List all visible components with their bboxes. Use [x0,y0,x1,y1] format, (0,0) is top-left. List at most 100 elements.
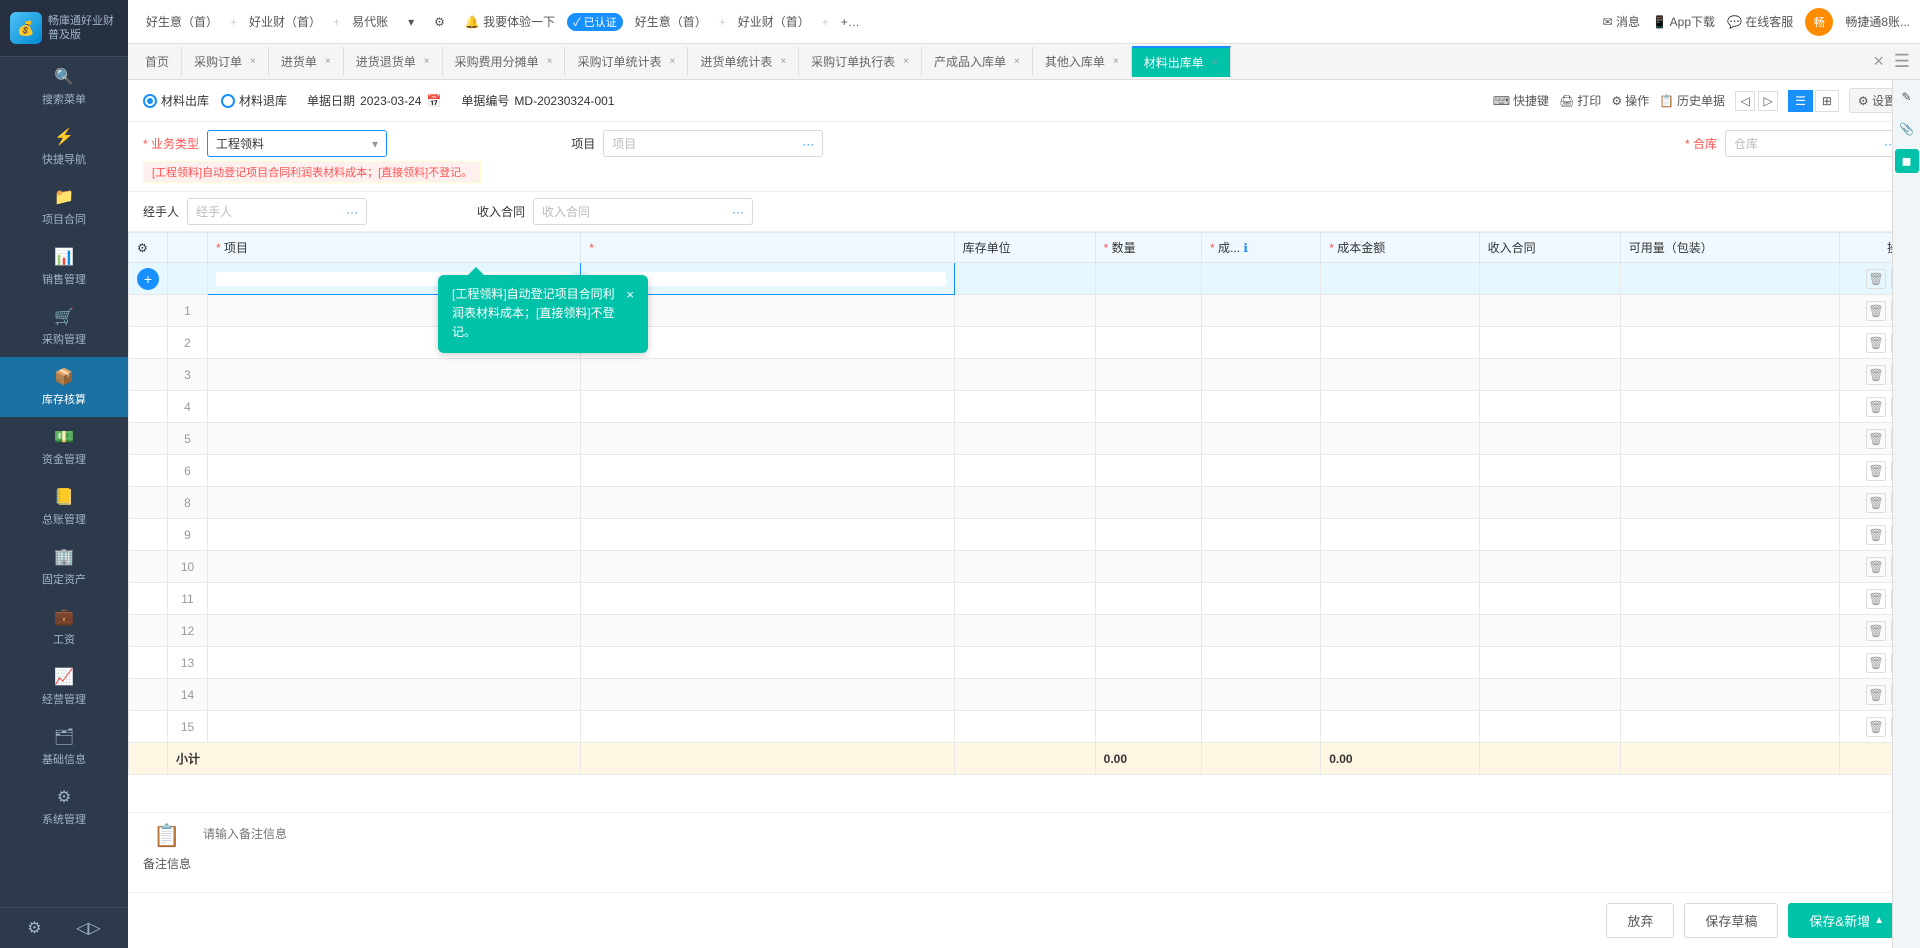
nav-settings-icon[interactable]: ⚙ [426,11,453,33]
row-1-income-contract[interactable] [1479,295,1620,327]
row-7-cost[interactable] [1202,263,1321,295]
income-contract-input[interactable]: 收入合同 ··· [533,198,753,225]
date-value[interactable]: 2023-03-24 [360,94,421,108]
row-1-cost[interactable] [1202,295,1321,327]
nav-hao-yeye[interactable]: 好业财（首） [241,9,329,34]
number-value[interactable]: MD-20230324-001 [514,94,614,108]
next-btn[interactable]: ▷ [1758,91,1778,111]
print-btn[interactable]: 🖨 打印 [1559,92,1601,109]
tab-goods-stat[interactable]: 进货单统计表× [688,47,799,76]
operate-btn[interactable]: ⚙ 操作 [1611,92,1649,109]
sidebar-item-search[interactable]: 🔍 搜索菜单 [0,57,128,117]
discard-button[interactable]: 放弃 [1606,903,1674,938]
business-type-input[interactable]: 工程领料 ▾ [207,130,387,157]
row-7-income-contract[interactable] [1479,263,1620,295]
save-draft-button[interactable]: 保存草稿 [1684,903,1778,938]
row-4-delete-btn[interactable]: 🗑 [1866,397,1886,417]
tab-close-all-btn[interactable]: × [1868,51,1889,72]
row-15-delete-btn[interactable]: 🗑 [1866,717,1886,737]
radio-material-out[interactable]: 材料出库 [143,92,209,109]
tab-purchase-exec[interactable]: 采购订单执行表× [799,47,922,76]
prev-btn[interactable]: ◁ [1735,91,1755,111]
right-panel-edit-icon[interactable]: ✎ [1895,85,1919,109]
sidebar-item-project[interactable]: 📁 项目合同 [0,177,128,237]
row-1-delete-btn[interactable]: 🗑 [1866,301,1886,321]
row-5-delete-btn[interactable]: 🗑 [1866,429,1886,449]
tab-home[interactable]: 首页 [133,47,182,76]
tab-purchase-order[interactable]: 采购订单× [182,47,269,76]
row-11-delete-btn[interactable]: 🗑 [1866,589,1886,609]
row-14-delete-btn[interactable]: 🗑 [1866,685,1886,705]
nav-hao-shengyi[interactable]: 好生意（首） [138,9,226,34]
th-settings[interactable]: ⚙ [129,233,168,263]
tooltip-close-btn[interactable]: × [626,285,634,306]
view-grid-btn[interactable]: ⊞ [1815,90,1839,112]
history-btn[interactable]: 📋 历史单据 [1659,92,1725,109]
project-input[interactable]: 项目 ··· [603,130,823,157]
row-6-delete-btn[interactable]: 🗑 [1866,461,1886,481]
row-7-delete-btn[interactable]: 🗑 [1866,269,1886,289]
quick-key-btn[interactable]: ⌨ 快捷键 [1493,92,1549,109]
row-2-unit [954,327,1095,359]
user-avatar[interactable]: 畅 [1805,8,1833,36]
th-cost-amount: * 成本金额 [1321,233,1479,263]
row-10-delete-btn[interactable]: 🗑 [1866,557,1886,577]
tab-goods-receipt[interactable]: 进货单× [269,47,344,76]
row-2-quantity[interactable] [1095,327,1201,359]
right-panel-active-icon[interactable]: ◼ [1895,149,1919,173]
row-13-delete-btn[interactable]: 🗑 [1866,653,1886,673]
sidebar-item-purchase[interactable]: 🛒 采购管理 [0,297,128,357]
sidebar-item-quicknav[interactable]: ⚡ 快捷导航 [0,117,128,177]
nav-message-btn[interactable]: ✉ 消息 [1603,13,1640,30]
tab-other-in[interactable]: 其他入库单× [1033,47,1132,76]
sidebar-item-finance[interactable]: 💵 资金管理 [0,417,128,477]
tab-purchase-fee[interactable]: 采购费用分摊单× [443,47,566,76]
row-12-delete-btn[interactable]: 🗑 [1866,621,1886,641]
nav-more-2[interactable]: +… [833,11,868,33]
row-7-quantity[interactable] [1095,263,1201,295]
save-new-button[interactable]: 保存&新增 ▲ [1788,903,1905,938]
nav-yidaizhang[interactable]: 易代账 [344,9,396,34]
row-2-delete-btn[interactable]: 🗑 [1866,333,1886,353]
sidebar-item-ops[interactable]: 📈 经营管理 [0,657,128,717]
inventory-icon: 📦 [54,367,74,387]
radio-material-return[interactable]: 材料退库 [221,92,287,109]
sidebar-collapse-btn[interactable]: ◁▷ [76,918,101,938]
nav-hao-shengyi-2[interactable]: 好生意（首） [627,9,715,34]
sidebar-item-assets[interactable]: 🏢 固定资产 [0,537,128,597]
sidebar-item-base[interactable]: 🗂 基础信息 [0,717,128,777]
row-1-quantity[interactable] [1095,295,1201,327]
warehouse-input[interactable]: 仓库 ··· [1725,130,1905,157]
row-1-cost-amount[interactable] [1321,295,1479,327]
nav-hao-yeye-2[interactable]: 好业财（首） [730,9,818,34]
sidebar-settings-btn[interactable]: ⚙ [27,918,41,938]
tab-purchase-stat[interactable]: 采购订单统计表× [565,47,688,76]
nav-more-btn[interactable]: ▾ [400,11,422,33]
nav-online-service-btn[interactable]: 💬 在线客服 [1727,13,1793,30]
tab-material-out[interactable]: 材料出库单× [1132,46,1231,77]
sidebar-item-ledger[interactable]: 📒 总账管理 [0,477,128,537]
row-3-delete-btn[interactable]: 🗑 [1866,365,1886,385]
view-list-btn[interactable]: ☰ [1788,90,1813,112]
tab-product-in[interactable]: 产成品入库单× [922,47,1033,76]
row-8-delete-btn[interactable]: 🗑 [1866,493,1886,513]
row-9-delete-btn[interactable]: 🗑 [1866,525,1886,545]
row-2-income-contract[interactable] [1479,327,1620,359]
tab-goods-return[interactable]: 进货退货单× [344,47,443,76]
tab-menu-btn[interactable]: ☰ [1889,51,1915,72]
row-7-cost-amount[interactable] [1321,263,1479,295]
sidebar-item-salary[interactable]: 💼 工资 [0,597,128,657]
sidebar-item-inventory[interactable]: 📦 库存核算 [0,357,128,417]
row-2-cost-amount[interactable] [1321,327,1479,359]
right-panel-attachment-icon[interactable]: 📎 [1895,117,1919,141]
nav-app-download-btn[interactable]: 📱 App下载 [1652,13,1715,30]
row-2-cost[interactable] [1202,327,1321,359]
add-row-btn[interactable]: + [137,268,159,290]
sidebar-item-sales[interactable]: 📊 销售管理 [0,237,128,297]
nav-experience[interactable]: 🔔 我要体验一下 [457,9,563,34]
handler-input[interactable]: 经手人 ··· [187,198,367,225]
calendar-icon[interactable]: 📅 [426,94,441,108]
note-input[interactable] [201,823,1905,873]
sidebar-item-system[interactable]: ⚙ 系统管理 [0,777,128,837]
nav-username[interactable]: 畅捷通8账... [1845,13,1910,30]
